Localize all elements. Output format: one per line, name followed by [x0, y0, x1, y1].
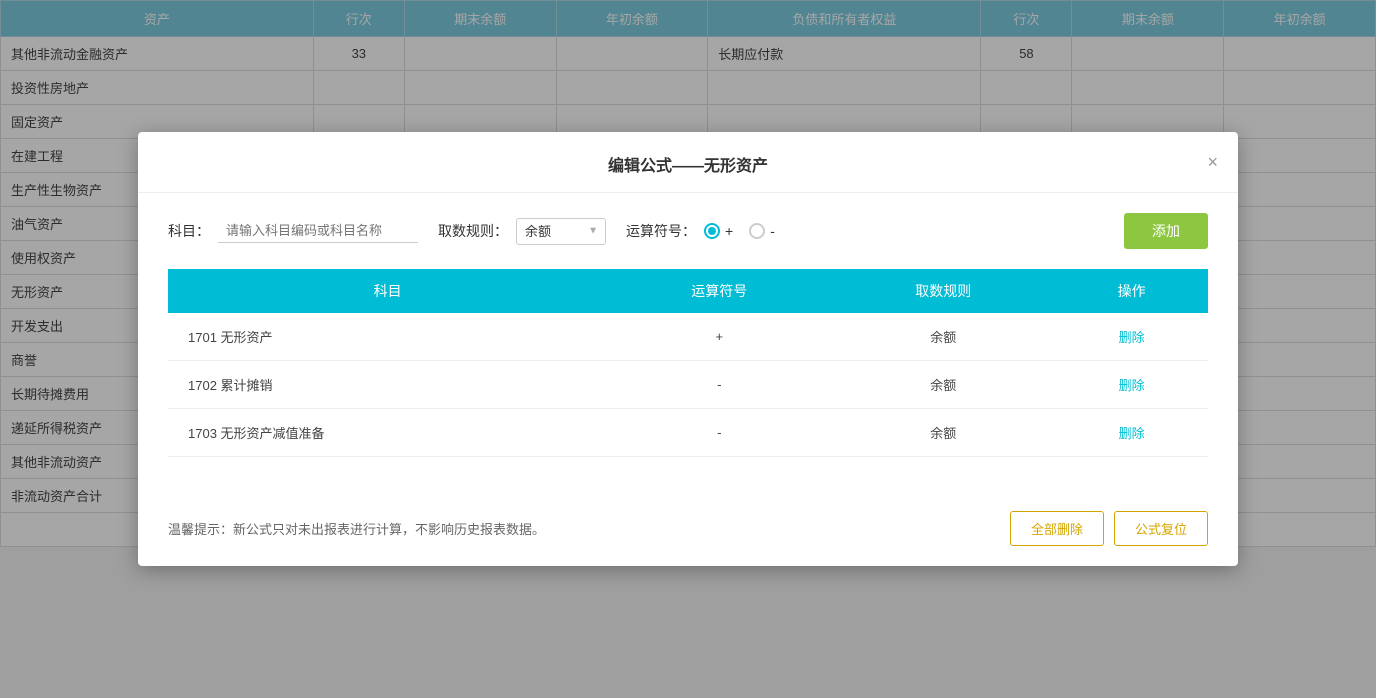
formula-subject: 1702 累计摊销 — [168, 361, 607, 409]
formula-action: 删除 — [1055, 313, 1208, 361]
radio-plus-circle — [704, 223, 720, 239]
radio-minus-circle — [749, 223, 765, 239]
formula-row: 1702 累计摊销 - 余额 删除 — [168, 361, 1208, 409]
formula-table: 科目 运算符号 取数规则 操作 1701 无形资产 + 余额 删除 1702 累… — [168, 269, 1208, 457]
table-header-rule: 取数规则 — [831, 269, 1055, 313]
formula-operator: - — [607, 409, 831, 457]
delete-row-button[interactable]: 删除 — [1119, 375, 1145, 394]
rule-label: 取数规则： — [438, 221, 508, 241]
footer-actions: 全部删除 公式复位 — [1010, 511, 1208, 546]
operator-minus-radio[interactable]: - — [749, 223, 775, 239]
delete-all-button[interactable]: 全部删除 — [1010, 511, 1104, 546]
rule-field: 取数规则： 余额 借方 贷方 ▼ — [438, 218, 606, 245]
formula-subject: 1703 无形资产减值准备 — [168, 409, 607, 457]
operator-plus-radio[interactable]: + — [704, 223, 733, 239]
formula-row: 1701 无形资产 + 余额 删除 — [168, 313, 1208, 361]
formula-row: 1703 无形资产减值准备 - 余额 删除 — [168, 409, 1208, 457]
modal-body: 科目： 取数规则： 余额 借方 贷方 ▼ 运算符号： — [138, 193, 1238, 497]
subject-label: 科目： — [168, 221, 210, 241]
subject-input[interactable] — [218, 219, 418, 243]
footer-tip: 温馨提示：新公式只对未出报表进行计算，不影响历史报表数据。 — [168, 519, 545, 538]
formula-rule: 余额 — [831, 361, 1055, 409]
modal-title: 编辑公式——无形资产 — [608, 158, 768, 175]
formula-rule: 余额 — [831, 409, 1055, 457]
modal-header: 编辑公式——无形资产 × — [138, 132, 1238, 193]
delete-row-button[interactable]: 删除 — [1119, 327, 1145, 346]
formula-operator: + — [607, 313, 831, 361]
delete-row-button[interactable]: 删除 — [1119, 423, 1145, 442]
table-header-subject: 科目 — [168, 269, 607, 313]
table-header-action: 操作 — [1055, 269, 1208, 313]
reset-formula-button[interactable]: 公式复位 — [1114, 511, 1208, 546]
rule-select-wrap: 余额 借方 贷方 ▼ — [516, 218, 606, 245]
rule-select[interactable]: 余额 借方 贷方 — [516, 218, 606, 245]
operator-radio-group: + - — [704, 223, 775, 239]
modal-footer: 温馨提示：新公式只对未出报表进行计算，不影响历史报表数据。 全部删除 公式复位 — [138, 497, 1238, 566]
subject-field: 科目： — [168, 219, 418, 243]
table-header-operator: 运算符号 — [607, 269, 831, 313]
formula-action: 删除 — [1055, 361, 1208, 409]
edit-formula-modal: 编辑公式——无形资产 × 科目： 取数规则： 余额 借方 贷方 ▼ — [138, 132, 1238, 566]
operator-plus-label: + — [725, 223, 733, 239]
formula-action: 删除 — [1055, 409, 1208, 457]
form-row: 科目： 取数规则： 余额 借方 贷方 ▼ 运算符号： — [168, 213, 1208, 249]
operator-label: 运算符号： — [626, 221, 696, 241]
add-button[interactable]: 添加 — [1124, 213, 1208, 249]
operator-minus-label: - — [770, 223, 775, 239]
modal-close-button[interactable]: × — [1207, 153, 1218, 171]
formula-operator: - — [607, 361, 831, 409]
formula-rule: 余额 — [831, 313, 1055, 361]
operator-field: 运算符号： + - — [626, 221, 775, 241]
formula-subject: 1701 无形资产 — [168, 313, 607, 361]
